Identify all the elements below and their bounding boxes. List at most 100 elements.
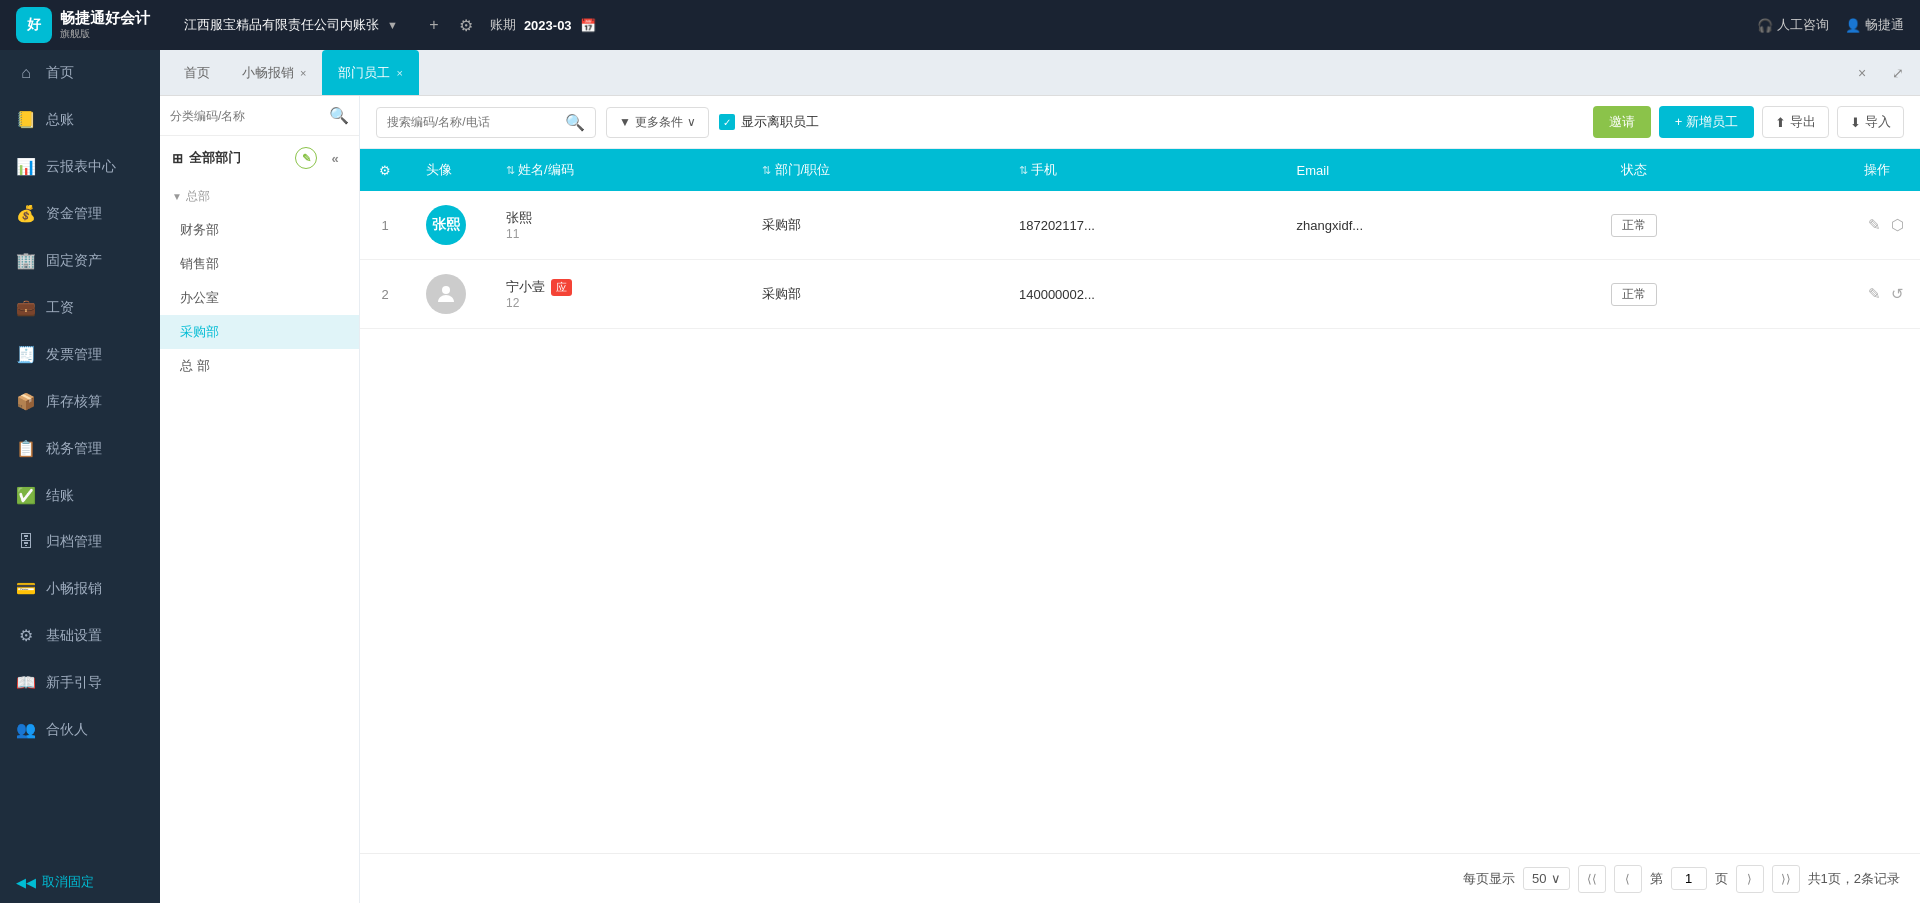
employee-search-icon[interactable]: 🔍 bbox=[565, 113, 585, 132]
row-1-actions: ✎ ⬡ bbox=[1735, 191, 1920, 260]
th-status: 状态 bbox=[1534, 149, 1735, 191]
settings-button[interactable]: ⚙ bbox=[450, 9, 482, 41]
dept-edit-button[interactable]: ✎ bbox=[295, 147, 317, 169]
dept-item-general[interactable]: 总 部 bbox=[160, 349, 359, 383]
sidebar-item-invoice[interactable]: 🧾 发票管理 bbox=[0, 331, 160, 378]
sidebar-item-home[interactable]: ⌂ 首页 bbox=[0, 50, 160, 96]
prev-page-button[interactable]: ⟨ bbox=[1614, 865, 1642, 893]
sidebar-item-reports[interactable]: 📊 云报表中心 bbox=[0, 143, 160, 190]
tab-dept-close-icon[interactable]: × bbox=[396, 67, 402, 79]
tab-home[interactable]: 首页 bbox=[168, 50, 226, 95]
row-1-name-row: 张熙 bbox=[506, 209, 730, 227]
sort-icon-dept: ⇅ bbox=[762, 164, 774, 176]
employee-table: ⚙ 头像 ⇅ 姓名/编码 ⇅ 部门/职位 ⇅ 手机 bbox=[360, 149, 1920, 329]
user-avatar[interactable]: 👤 畅捷通 bbox=[1845, 16, 1904, 34]
app-name: 畅捷通好会计 bbox=[60, 9, 150, 27]
more-filter-button[interactable]: ▼ 更多条件 ∨ bbox=[606, 107, 709, 138]
row-2-name-row: 宁小壹 应 bbox=[506, 278, 730, 296]
row-2-email bbox=[1281, 260, 1534, 329]
pin-toggle-label: 取消固定 bbox=[42, 873, 94, 891]
employee-search-input[interactable] bbox=[387, 115, 559, 129]
sidebar-item-funds[interactable]: 💰 资金管理 bbox=[0, 190, 160, 237]
sidebar-item-archive[interactable]: 🗄 归档管理 bbox=[0, 519, 160, 565]
dept-search-input[interactable] bbox=[170, 109, 329, 123]
human-service-button[interactable]: 🎧 人工咨询 bbox=[1757, 16, 1829, 34]
tab-dept-employee[interactable]: 部门员工 × bbox=[322, 50, 418, 95]
assets-icon: 🏢 bbox=[16, 251, 36, 270]
expand-button[interactable]: ⤢ bbox=[1884, 59, 1912, 87]
sidebar-item-partner[interactable]: 👥 合伙人 bbox=[0, 706, 160, 753]
last-page-button[interactable]: ⟩⟩ bbox=[1772, 865, 1800, 893]
dept-header: ⊞ 全部部门 ✎ « bbox=[160, 136, 359, 180]
row-1-name: 张熙 bbox=[506, 209, 532, 227]
sidebar-label-home: 首页 bbox=[46, 64, 74, 82]
reports-icon: 📊 bbox=[16, 157, 36, 176]
row-1-edit-button[interactable]: ✎ bbox=[1868, 216, 1881, 234]
sidebar-item-tax[interactable]: 📋 税务管理 bbox=[0, 425, 160, 472]
dept-purchase-label: 采购部 bbox=[180, 323, 219, 341]
chevron-down-icon: ▼ bbox=[387, 19, 398, 31]
th-email: Email bbox=[1281, 149, 1534, 191]
dept-search-icon[interactable]: 🔍 bbox=[329, 106, 349, 125]
row-2-refresh-button[interactable]: ↺ bbox=[1891, 285, 1904, 303]
sidebar-label-tax: 税务管理 bbox=[46, 440, 102, 458]
tab-expense-label: 小畅报销 bbox=[242, 64, 294, 82]
tab-expense-close-icon[interactable]: × bbox=[300, 67, 306, 79]
dept-item-purchase[interactable]: 采购部 bbox=[160, 315, 359, 349]
row-2-name: 宁小壹 bbox=[506, 278, 545, 296]
sidebar-item-settings[interactable]: ⚙ 基础设置 bbox=[0, 612, 160, 659]
company-selector[interactable]: 江西服宝精品有限责任公司内账张 ▼ bbox=[176, 12, 406, 38]
close-tab-button[interactable]: × bbox=[1848, 59, 1876, 87]
page-number-input[interactable] bbox=[1671, 867, 1707, 890]
calendar-icon[interactable]: 📅 bbox=[580, 18, 596, 33]
import-button[interactable]: ⬇ 导入 bbox=[1837, 106, 1904, 138]
table-row: 1 张熙 张熙 11 bbox=[360, 191, 1920, 260]
sidebar-item-payroll[interactable]: 💼 工资 bbox=[0, 284, 160, 331]
sidebar-item-assets[interactable]: 🏢 固定资产 bbox=[0, 237, 160, 284]
first-page-button[interactable]: ⟨⟨ bbox=[1578, 865, 1606, 893]
export-button[interactable]: ⬆ 导出 bbox=[1762, 106, 1829, 138]
sidebar-label-checkout: 结账 bbox=[46, 487, 74, 505]
next-page-button[interactable]: ⟩ bbox=[1736, 865, 1764, 893]
row-1-more-button[interactable]: ⬡ bbox=[1891, 216, 1904, 234]
row-2-edit-button[interactable]: ✎ bbox=[1868, 285, 1881, 303]
show-resigned-checkbox[interactable]: ✓ 显示离职员工 bbox=[719, 113, 819, 131]
guide-icon: 📖 bbox=[16, 673, 36, 692]
sidebar-item-expense[interactable]: 💳 小畅报销 bbox=[0, 565, 160, 612]
sidebar-item-guide[interactable]: 📖 新手引导 bbox=[0, 659, 160, 706]
sidebar-label-ledger: 总账 bbox=[46, 111, 74, 129]
sidebar-item-ledger[interactable]: 📒 总账 bbox=[0, 96, 160, 143]
th-settings[interactable]: ⚙ bbox=[360, 149, 410, 191]
inventory-icon: 📦 bbox=[16, 392, 36, 411]
dept-collapse-button[interactable]: « bbox=[323, 146, 347, 170]
tab-expense[interactable]: 小畅报销 × bbox=[226, 50, 322, 95]
dept-item-office[interactable]: 办公室 bbox=[160, 281, 359, 315]
sidebar-label-archive: 归档管理 bbox=[46, 533, 102, 551]
pin-icon: ◀◀ bbox=[16, 875, 36, 890]
invite-button[interactable]: 邀请 bbox=[1593, 106, 1651, 138]
per-page-value: 50 bbox=[1532, 871, 1546, 886]
page-unit: 页 bbox=[1715, 870, 1728, 888]
pagination: 每页显示 50 ∨ ⟨⟨ ⟨ 第 页 ⟩ ⟩⟩ 共1页，2条记录 bbox=[360, 853, 1920, 903]
table-header: ⚙ 头像 ⇅ 姓名/编码 ⇅ 部门/职位 ⇅ 手机 bbox=[360, 149, 1920, 191]
partner-icon: 👥 bbox=[16, 720, 36, 739]
th-name-code[interactable]: ⇅ 姓名/编码 bbox=[490, 149, 746, 191]
invoice-icon: 🧾 bbox=[16, 345, 36, 364]
dept-item-sales[interactable]: 销售部 bbox=[160, 247, 359, 281]
th-phone[interactable]: ⇅ 手机 bbox=[1003, 149, 1281, 191]
sidebar-item-checkout[interactable]: ✅ 结账 bbox=[0, 472, 160, 519]
logo-icon: 好 bbox=[16, 7, 52, 43]
th-dept-position[interactable]: ⇅ 部门/职位 bbox=[746, 149, 1002, 191]
add-account-button[interactable]: + bbox=[418, 9, 450, 41]
add-employee-button[interactable]: + 新增员工 bbox=[1659, 106, 1754, 138]
dept-item-finance[interactable]: 财务部 bbox=[160, 213, 359, 247]
dept-header-actions: ✎ « bbox=[295, 146, 347, 170]
sidebar-label-assets: 固定资产 bbox=[46, 252, 102, 270]
dept-head-label: 总部 bbox=[186, 188, 210, 205]
per-page-select[interactable]: 50 ∨ bbox=[1523, 867, 1569, 890]
pin-toggle-button[interactable]: ◀◀ 取消固定 bbox=[0, 861, 160, 903]
total-records: 共1页，2条记录 bbox=[1808, 870, 1900, 888]
sidebar-label-payroll: 工资 bbox=[46, 299, 74, 317]
sidebar-item-inventory[interactable]: 📦 库存核算 bbox=[0, 378, 160, 425]
dept-finance-label: 财务部 bbox=[180, 221, 219, 239]
